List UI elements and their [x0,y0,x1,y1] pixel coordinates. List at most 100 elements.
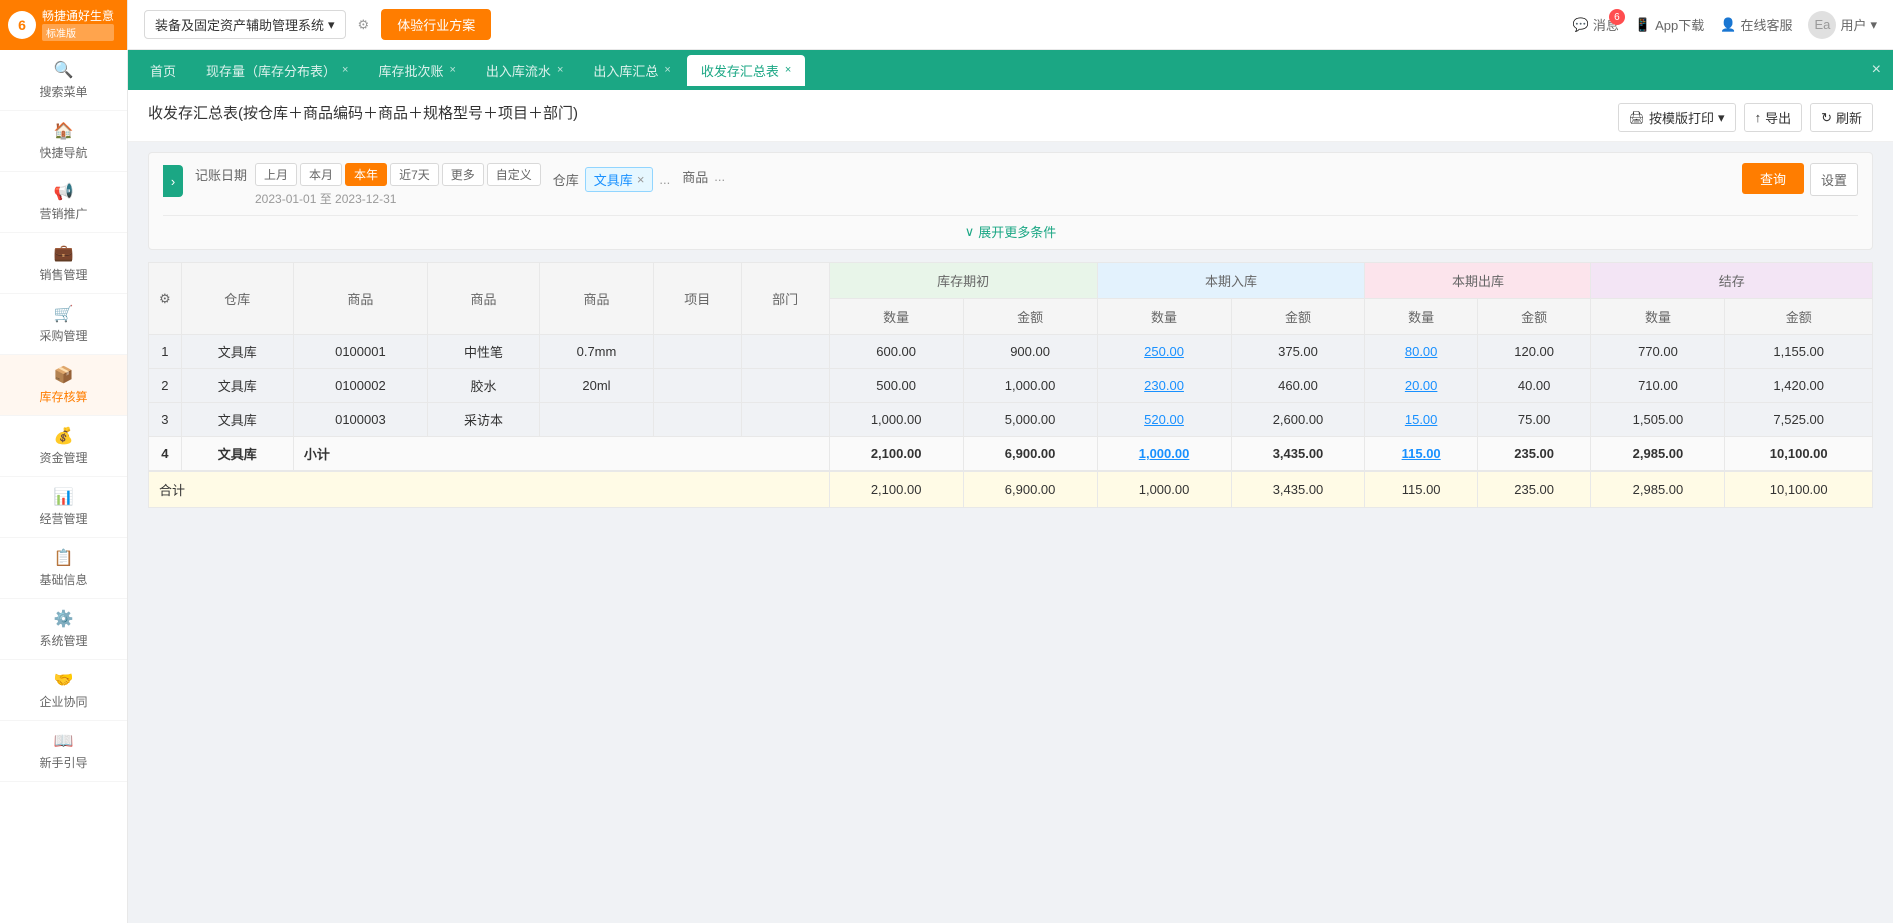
sidebar-item-label: 销售管理 [39,266,87,283]
row-out-qty[interactable]: 20.00 [1365,369,1477,403]
date-btn-本月[interactable]: 本月 [300,163,342,186]
date-btn-更多[interactable]: 更多 [442,163,484,186]
row-in-qty[interactable]: 230.00 [1097,369,1231,403]
sidebar-item-quicknav[interactable]: 🏠 快捷导航 [0,111,127,172]
app-download-btn[interactable]: 📱 App下载 [1635,15,1704,34]
sidebar-item-collab[interactable]: 🤝 企业协同 [0,660,127,721]
total-init-amt: 6,900.00 [963,471,1097,508]
tab-inout-summary[interactable]: 出入库汇总× [579,55,684,86]
subtotal-end-amt: 10,100.00 [1725,437,1873,472]
sidebar-item-label: 搜索菜单 [39,83,87,100]
row-end-amt: 1,420.00 [1725,369,1873,403]
export-btn[interactable]: ↑ 导出 [1744,103,1803,132]
sidebar-item-label: 系统管理 [39,632,87,649]
tabbar: 首页现存量（库存分布表）×库存批次账×出入库流水×出入库汇总×收发存汇总表×× [128,50,1893,90]
page-title: 收发存汇总表(按仓库＋商品编码＋商品＋规格型号＋项目＋部门) [148,102,1618,123]
chevron-down-icon: ▾ [1870,17,1877,33]
warehouse-dots[interactable]: ... [659,172,670,187]
sidebar-item-inventory[interactable]: 📦 库存核算 [0,355,127,416]
row-in-qty[interactable]: 250.00 [1097,335,1231,369]
online-service-btn[interactable]: 👤 在线客服 [1720,15,1792,34]
sidebar-item-label: 新手引导 [39,754,87,771]
try-btn[interactable]: 体验行业方案 [381,9,491,40]
row-out-amt: 75.00 [1477,403,1591,437]
expand-more-btn[interactable]: ∨ 展开更多条件 [163,215,1858,241]
date-btn-近7天[interactable]: 近7天 [390,163,439,186]
tab-close-btn[interactable]: × [342,64,348,76]
logo-text: 畅捷通好生意 标准版 [42,9,114,42]
warehouse-tag-close[interactable]: × [637,172,645,187]
sidebar-item-system[interactable]: ⚙️ 系统管理 [0,599,127,660]
tab-collect-summary[interactable]: 收发存汇总表× [687,55,805,86]
tab-batch-ledger[interactable]: 库存批次账× [364,55,469,86]
row-in-qty[interactable]: 520.00 [1097,403,1231,437]
sales-icon: 💼 [54,243,74,263]
subtotal-in-qty[interactable]: 1,000.00 [1097,437,1231,472]
tab-close-btn[interactable]: × [449,64,455,76]
query-btn[interactable]: 查询 [1742,163,1804,194]
goods-dots[interactable]: ... [714,169,725,184]
total-in-amt: 3,435.00 [1231,471,1365,508]
sidebar-item-sales[interactable]: 💼 销售管理 [0,233,127,294]
col-in-amt: 金额 [1231,299,1365,335]
row-code: 0100002 [293,369,427,403]
purchase-icon: 🛒 [54,304,74,324]
tab-home[interactable]: 首页 [136,55,190,86]
row-end-qty: 770.00 [1591,335,1725,369]
row-out-amt: 40.00 [1477,369,1591,403]
user-menu[interactable]: Ea 用户 ▾ [1808,11,1877,39]
settings-filter-btn[interactable]: 设置 [1810,163,1858,196]
col-end-amt: 金额 [1725,299,1873,335]
sidebar-item-finance[interactable]: 💰 资金管理 [0,416,127,477]
col-spec-header: 商品 [540,263,654,335]
col-project-header: 项目 [653,263,741,335]
page-content: 收发存汇总表(按仓库＋商品编码＋商品＋规格型号＋项目＋部门) 🖨 按模版打印 ▾… [128,90,1893,923]
sidebar-item-search[interactable]: 🔍 搜索菜单 [0,50,127,111]
refresh-icon: ↻ [1821,110,1832,126]
sidebar-item-marketing[interactable]: 📢 营销推广 [0,172,127,233]
subtotal-end-qty: 2,985.00 [1591,437,1725,472]
tab-inventory-dist[interactable]: 现存量（库存分布表） × [192,55,362,86]
date-btn-本年[interactable]: 本年 [345,163,387,186]
date-btn-上月[interactable]: 上月 [255,163,297,186]
sidebar-item-label: 基础信息 [39,571,87,588]
row-no: 3 [149,403,182,437]
row-out-qty[interactable]: 80.00 [1365,335,1477,369]
sidebar-item-label: 企业协同 [39,693,87,710]
subtotal-out-qty[interactable]: 115.00 [1365,437,1477,472]
message-badge: 6 [1609,9,1625,25]
total-end-qty: 2,985.00 [1591,471,1725,508]
subtotal-warehouse: 文具库 [181,437,293,472]
system-selector[interactable]: 装备及固定资产辅助管理系统 ▾ [144,10,346,39]
row-in-amt: 2,600.00 [1231,403,1365,437]
tab-close-btn[interactable]: × [557,64,563,76]
date-btn-自定义[interactable]: 自定义 [487,163,541,186]
message-btn[interactable]: 💬 消息 6 [1573,15,1619,34]
col-settings-header[interactable]: ⚙ [149,263,182,335]
tab-label: 出入库流水 [486,61,551,80]
sidebar-item-guide[interactable]: 📖 新手引导 [0,721,127,782]
sidebar-item-purchase[interactable]: 🛒 采购管理 [0,294,127,355]
col-init-qty: 数量 [829,299,963,335]
tab-close-btn[interactable]: × [664,64,670,76]
print-btn[interactable]: 🖨 按模版打印 ▾ [1618,103,1736,132]
sidebar-item-label: 库存核算 [39,388,87,405]
system-icon: ⚙️ [54,609,74,629]
total-in-qty: 1,000.00 [1097,471,1231,508]
sidebar-item-label: 营销推广 [39,205,87,222]
tabbar-close-btn[interactable]: × [1868,57,1885,83]
tab-inout-flow[interactable]: 出入库流水 × [472,55,577,86]
refresh-btn[interactable]: ↻ 刷新 [1810,103,1873,132]
filter-toggle[interactable]: › [163,165,183,197]
sidebar-item-operations[interactable]: 📊 经营管理 [0,477,127,538]
topbar: 装备及固定资产辅助管理系统 ▾ ⚙ 体验行业方案 💬 消息 6 📱 App下载 … [128,0,1893,50]
col-out-qty: 数量 [1365,299,1477,335]
gear-icon[interactable]: ⚙ [358,17,370,33]
tab-label: 现存量（库存分布表） [206,61,336,80]
tab-close-btn[interactable]: × [785,64,791,76]
row-out-qty[interactable]: 15.00 [1365,403,1477,437]
collab-icon: 🤝 [54,670,74,690]
sidebar-item-basic[interactable]: 📋 基础信息 [0,538,127,599]
total-label: 合计 [149,471,830,508]
row-init-qty: 1,000.00 [829,403,963,437]
